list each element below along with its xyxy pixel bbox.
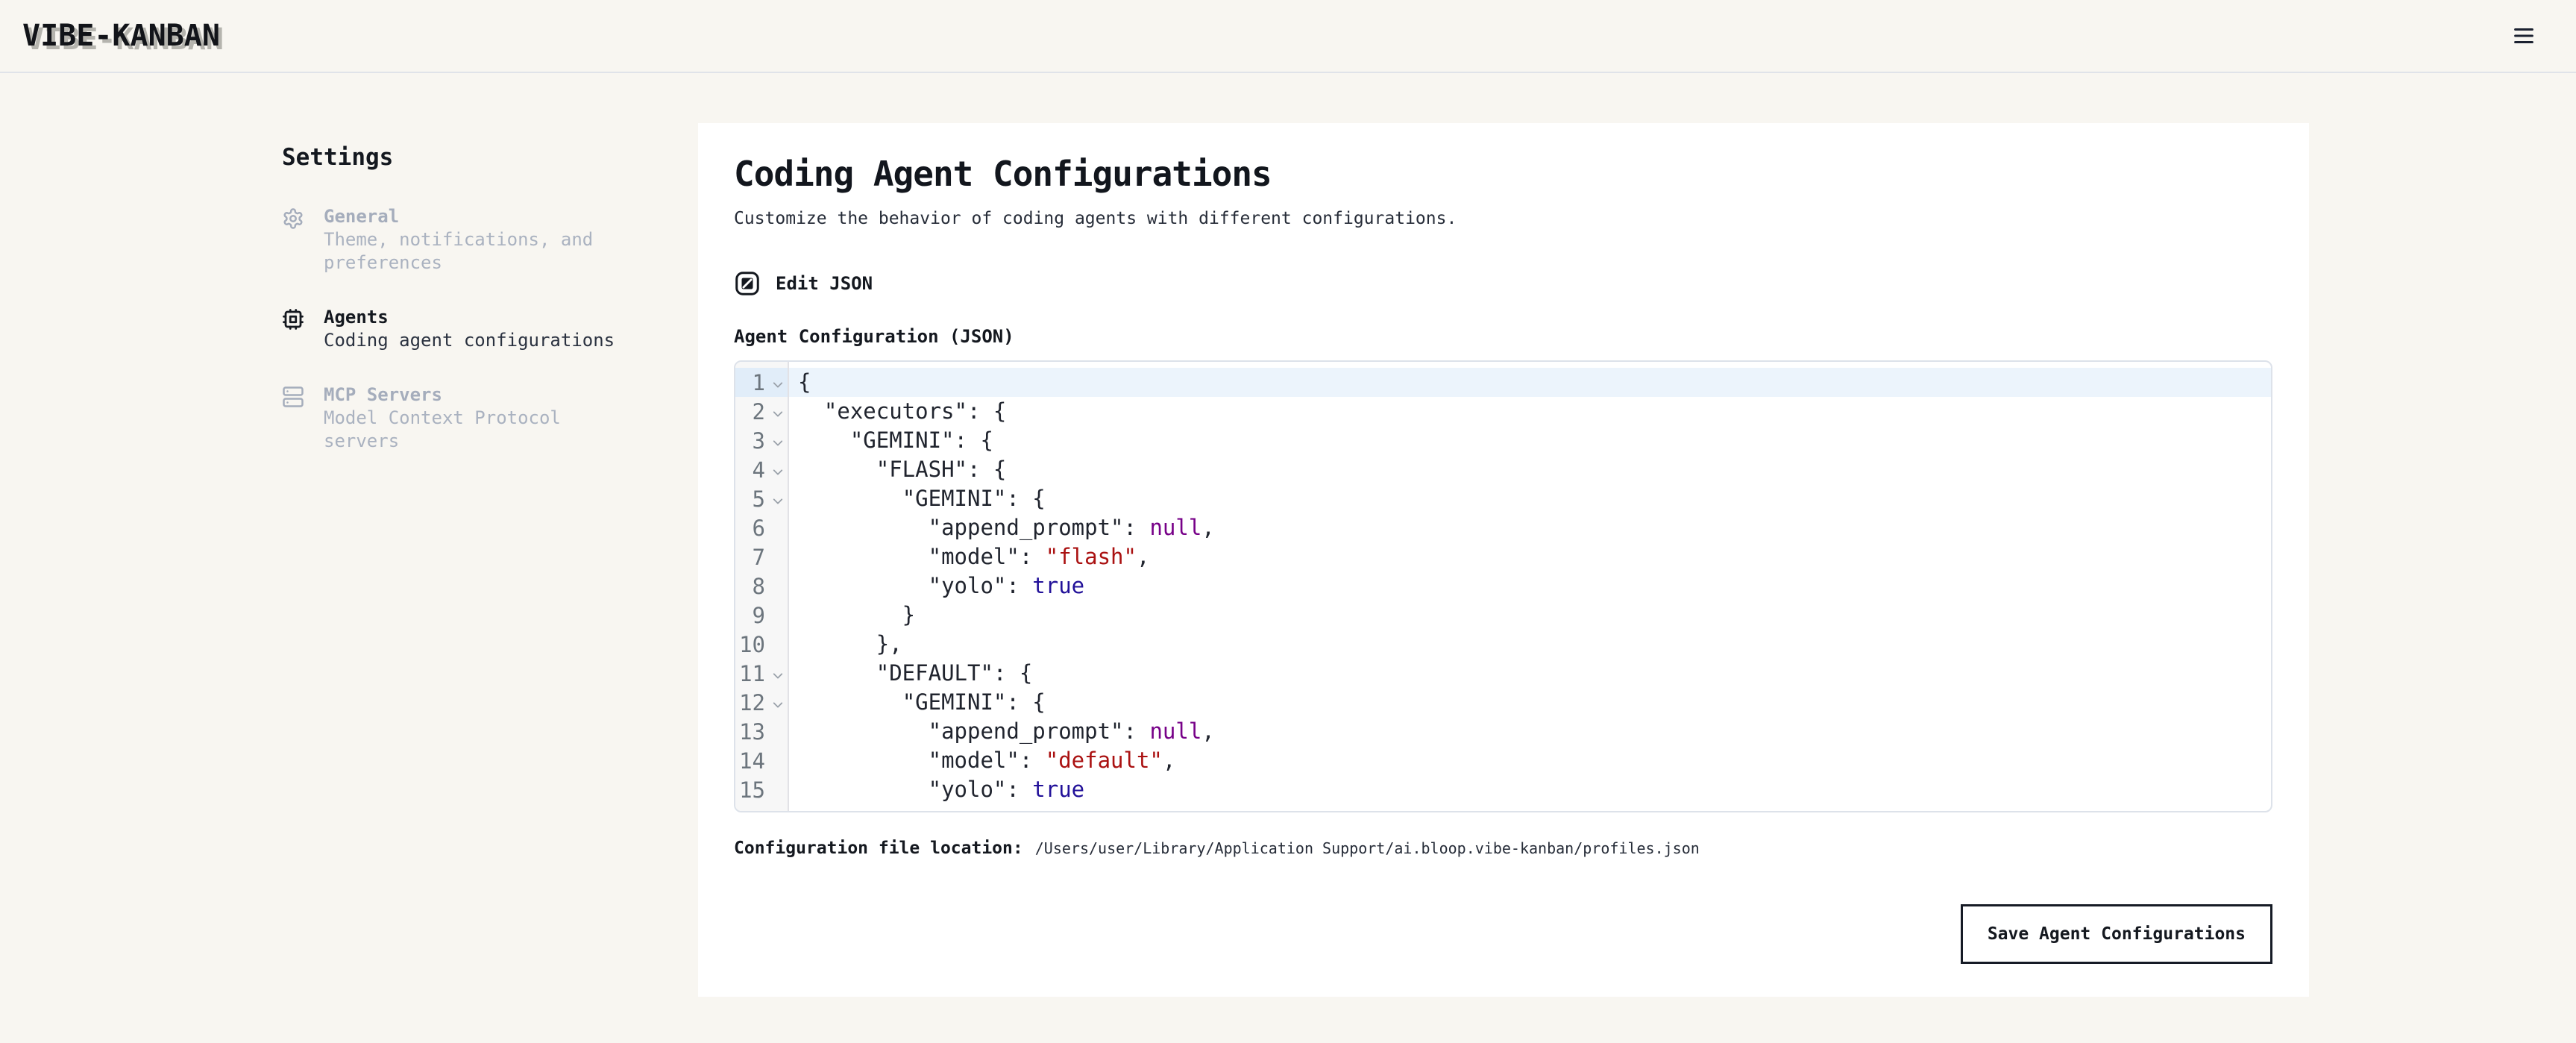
code-line[interactable]: "model": "flash", <box>789 542 2271 571</box>
settings-heading: Settings <box>282 144 394 171</box>
line-number: 13 <box>739 718 765 745</box>
line-number: 14 <box>739 748 765 774</box>
sidebar-item-description: Coding agent configurations <box>324 330 615 351</box>
sidebar-item-label: General <box>324 206 400 227</box>
line-number: 4 <box>752 457 765 483</box>
code-line[interactable]: "yolo": true <box>789 775 2271 804</box>
editor-line: 2 "executors": { <box>735 397 2271 427</box>
code-line[interactable]: "FLASH": { <box>789 455 2271 484</box>
line-number: 12 <box>739 689 765 715</box>
code-line[interactable]: "GEMINI": { <box>789 688 2271 717</box>
line-number: 8 <box>752 573 765 599</box>
agent-configurations-panel: Coding Agent Configurations Customize th… <box>698 123 2309 997</box>
line-number: 15 <box>739 777 765 803</box>
menu-button[interactable] <box>2506 18 2542 54</box>
sidebar-item-label: Agents <box>324 307 389 328</box>
edit-json-toggle[interactable]: Edit JSON <box>734 270 873 297</box>
editor-line: 9 } <box>735 601 2271 630</box>
edit-json-label: Edit JSON <box>776 273 873 295</box>
editor-line: 8 "yolo": true <box>735 571 2271 601</box>
save-agent-configurations-button[interactable]: Save Agent Configurations <box>1960 904 2272 965</box>
sidebar-nav: General Theme, notifications, and prefere… <box>282 205 698 453</box>
editor-line: 10 }, <box>735 630 2271 660</box>
code-line[interactable]: "append_prompt": null, <box>789 513 2271 542</box>
editor-line: 3 "GEMINI": { <box>735 426 2271 456</box>
line-number: 5 <box>752 486 765 512</box>
editor-line: 13 "append_prompt": null, <box>735 717 2271 747</box>
editor-line: 7 "model": "flash", <box>735 542 2271 572</box>
code-line[interactable]: "yolo": true <box>789 571 2271 601</box>
line-number: 6 <box>752 515 765 541</box>
file-location-row: Configuration file location: /Users/user… <box>734 839 2272 858</box>
editor-label: Agent Configuration (JSON) <box>734 326 1014 348</box>
fold-chevron-icon[interactable] <box>767 490 788 508</box>
sidebar-item-mcp-servers[interactable]: MCP Servers Model Context Protocol server… <box>282 383 698 453</box>
editor-line: 12 "GEMINI": { <box>735 688 2271 718</box>
page-title: Coding Agent Configurations <box>734 154 1272 194</box>
server-icon <box>283 386 304 407</box>
fold-chevron-icon[interactable] <box>767 374 788 392</box>
top-bar: VIBE-KANBAN <box>0 0 2576 73</box>
sidebar-item-description: Model Context Protocol servers <box>324 407 561 451</box>
line-number: 9 <box>752 602 765 628</box>
file-location-label: Configuration file location: <box>734 839 1023 859</box>
code-line[interactable]: { <box>789 368 2271 398</box>
fold-chevron-icon[interactable] <box>767 432 788 450</box>
line-number: 1 <box>752 369 765 395</box>
code-line[interactable]: "DEFAULT": { <box>789 659 2271 688</box>
code-line[interactable]: "GEMINI": { <box>789 484 2271 513</box>
editor-line: 6 "append_prompt": null, <box>735 513 2271 543</box>
code-line[interactable]: "executors": { <box>789 397 2271 426</box>
line-number: 3 <box>752 427 765 454</box>
editor-line: 15 "yolo": true <box>735 775 2271 805</box>
code-line[interactable]: "GEMINI": { <box>789 426 2271 455</box>
cpu-icon <box>283 309 304 330</box>
sidebar-item-label: MCP Servers <box>324 384 442 405</box>
gear-icon <box>283 208 303 229</box>
code-line[interactable]: } <box>789 601 2271 630</box>
settings-sidebar: Settings General Theme, notifications, an… <box>282 73 698 484</box>
menu-icon <box>2514 28 2533 44</box>
editor-line: 11 "DEFAULT": { <box>735 659 2271 689</box>
line-number: 2 <box>752 398 765 425</box>
editor-line: 1{ <box>735 368 2271 398</box>
line-number: 11 <box>739 660 765 686</box>
line-number: 7 <box>752 544 765 570</box>
code-line[interactable]: "append_prompt": null, <box>789 717 2271 746</box>
editor-line: 4 "FLASH": { <box>735 455 2271 485</box>
app-logo[interactable]: VIBE-KANBAN <box>22 19 220 53</box>
fold-chevron-icon[interactable] <box>767 665 788 683</box>
code-line[interactable]: "model": "default", <box>789 746 2271 775</box>
json-editor[interactable]: 1{2 "executors": {3 "GEMINI": {4 "FLASH"… <box>734 360 2272 813</box>
editor-line: 14 "model": "default", <box>735 746 2271 776</box>
line-number: 10 <box>739 631 765 657</box>
fold-chevron-icon[interactable] <box>767 694 788 712</box>
fold-chevron-icon[interactable] <box>767 461 788 479</box>
edit-json-icon <box>735 272 759 296</box>
sidebar-item-description: Theme, notifications, and preferences <box>324 229 594 273</box>
sidebar-item-agents[interactable]: Agents Coding agent configurations <box>282 306 698 352</box>
sidebar-item-general[interactable]: General Theme, notifications, and prefere… <box>282 205 698 275</box>
fold-chevron-icon[interactable] <box>767 403 788 421</box>
page-subtitle: Customize the behavior of coding agents … <box>734 208 1457 228</box>
code-line[interactable]: }, <box>789 630 2271 659</box>
file-location-path: /Users/user/Library/Application Support/… <box>1034 839 1700 858</box>
editor-line: 5 "GEMINI": { <box>735 484 2271 514</box>
